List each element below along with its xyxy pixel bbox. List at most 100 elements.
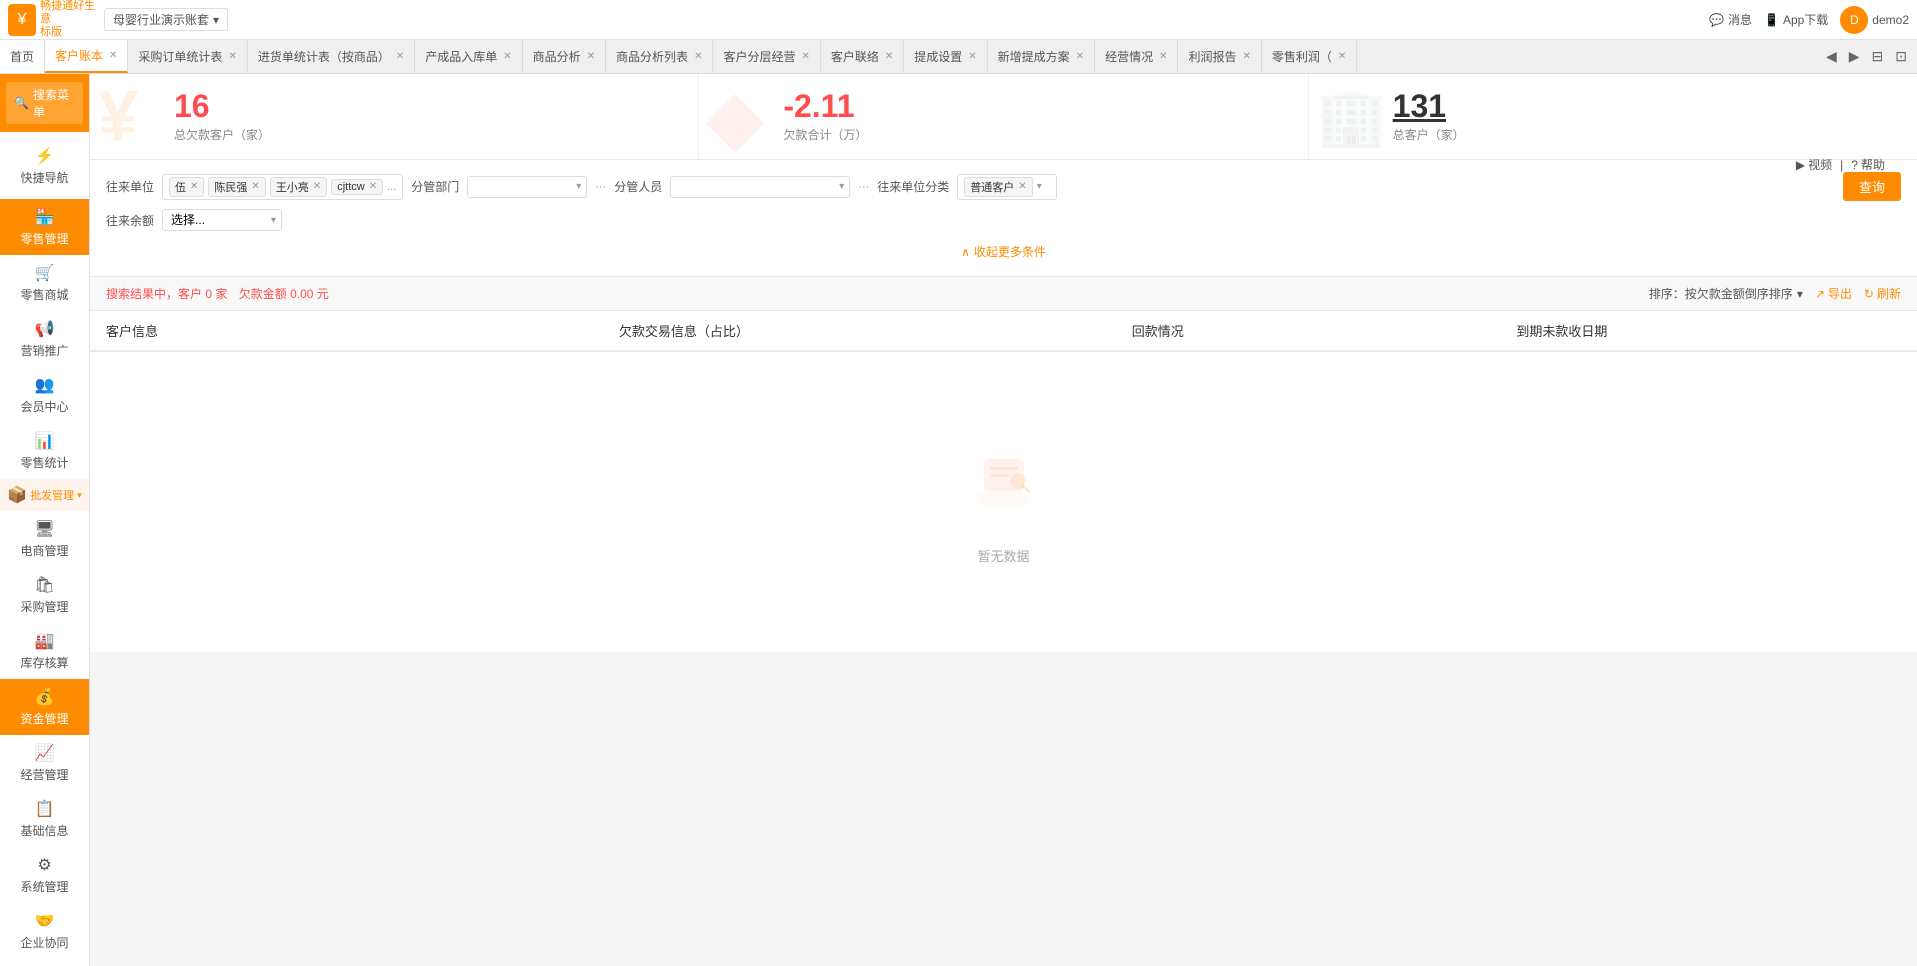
tab-close-profit[interactable]: ✕ xyxy=(1243,51,1251,62)
dept-more-btn[interactable]: ··· xyxy=(595,181,606,193)
sidebar-item-operations-mgmt[interactable]: 📈 经营管理 xyxy=(0,735,89,791)
person-select[interactable] xyxy=(670,176,850,198)
tab-profit-report[interactable]: 利润报告 ✕ xyxy=(1178,40,1261,73)
sidebar-item-system[interactable]: ⚙ 系统管理 xyxy=(0,847,89,903)
tab-purchase-orders[interactable]: 采购订单统计表 ✕ xyxy=(128,40,247,73)
retail-icon: 🏪 xyxy=(35,207,55,227)
sidebar: 🔍 搜索菜单 ⚡ 快捷导航 🏪 零售管理 🛒 零售商城 📢 营销推广 xyxy=(0,74,90,966)
tab-product-analysis-list[interactable]: 商品分析列表 ✕ xyxy=(606,40,713,73)
tag-close-normal[interactable]: ✕ xyxy=(1018,181,1026,192)
tag-close-wang[interactable]: ✕ xyxy=(313,181,321,192)
collapse-btn[interactable]: ∧ 收起更多条件 xyxy=(949,239,1058,264)
export-btn[interactable]: ↗ 导出 xyxy=(1815,285,1852,302)
sidebar-divider-1 xyxy=(0,196,89,197)
tab-close-product-list[interactable]: ✕ xyxy=(694,51,702,62)
sidebar-item-members[interactable]: 👥 会员中心 xyxy=(0,367,89,423)
sidebar-search-inner: 🔍 搜索菜单 xyxy=(6,82,83,124)
content-area: ▶ 视频 | ? 帮助 ¥ 16 总欠款客户（家） xyxy=(90,74,1917,966)
tab-product-analysis[interactable]: 商品分析 ✕ xyxy=(523,40,606,73)
tag-close-wu[interactable]: ✕ xyxy=(190,181,198,192)
person-more-btn[interactable]: ··· xyxy=(858,181,869,193)
sidebar-item-finance[interactable]: 💰 资金管理 xyxy=(0,679,89,735)
results-info: 搜索结果中，客户 0 家 欠款金额 0.00 元 xyxy=(106,285,329,302)
tab-close-segment[interactable]: ✕ xyxy=(801,51,809,62)
tab-maximize-btn[interactable]: ⊡ xyxy=(1891,46,1911,67)
refresh-btn[interactable]: ↻ 刷新 xyxy=(1864,285,1901,302)
category-dropdown-icon[interactable]: ▾ xyxy=(1037,181,1042,192)
result-debt: 0.00 xyxy=(290,287,313,301)
user-avatar[interactable]: D demo2 xyxy=(1840,6,1909,34)
members-icon: 👥 xyxy=(35,375,55,395)
sidebar-item-purchase[interactable]: 🛍 采购管理 xyxy=(0,567,89,623)
person-select-wrap xyxy=(670,176,850,198)
message-btn[interactable]: 💬 消息 xyxy=(1709,11,1752,28)
category-label: 往来单位分类 xyxy=(877,178,949,195)
tab-operations[interactable]: 经营情况 ✕ xyxy=(1095,40,1178,73)
balance-select[interactable]: 选择... xyxy=(162,209,282,231)
sort-selector[interactable]: 排序：按欠款金额倒序排序 ▾ xyxy=(1649,285,1803,302)
summary-info-2: -2.11 欠款合计（万） xyxy=(783,90,867,143)
tab-close-retail[interactable]: ✕ xyxy=(1338,51,1346,62)
sidebar-item-retail-mall[interactable]: 🛒 零售商城 xyxy=(0,255,89,311)
dept-select[interactable] xyxy=(467,176,587,198)
tab-close-product-inbound[interactable]: ✕ xyxy=(503,51,511,62)
sidebar-search[interactable]: 🔍 搜索菜单 xyxy=(0,74,89,132)
all-customers-label: 总客户（家） xyxy=(1393,126,1465,143)
sidebar-item-retail-stats[interactable]: 📊 零售统计 xyxy=(0,423,89,479)
tab-inbound-stats[interactable]: 进货单统计表（按商品） ✕ xyxy=(248,40,415,73)
demo-select[interactable]: 母婴行业演示账套 ▾ xyxy=(104,8,228,31)
sort-chevron-icon: ▾ xyxy=(1797,287,1803,301)
enterprise-icon: 🤝 xyxy=(35,911,55,931)
tag-close-cjttcw[interactable]: ✕ xyxy=(369,181,377,192)
video-icon: ▶ xyxy=(1796,158,1805,172)
sidebar-item-new-guide[interactable]: 🎯 新手引导 xyxy=(0,959,89,966)
tab-customer-segment[interactable]: 客户分层经营 ✕ xyxy=(713,40,820,73)
tab-close-new-promo[interactable]: ✕ xyxy=(1076,51,1084,62)
tab-close-operations[interactable]: ✕ xyxy=(1159,51,1167,62)
tab-minimize-btn[interactable]: ⊟ xyxy=(1868,46,1888,67)
tab-retail-profit[interactable]: 零售利润（ ✕ xyxy=(1262,40,1357,73)
tab-close-contact[interactable]: ✕ xyxy=(885,51,893,62)
tab-home[interactable]: 首页 xyxy=(0,40,45,73)
tab-scroll-left-btn[interactable]: ◀ xyxy=(1822,46,1841,67)
tab-promotion-settings[interactable]: 提成设置 ✕ xyxy=(904,40,987,73)
tab-close-promo-settings[interactable]: ✕ xyxy=(968,51,976,62)
tab-close-accounts[interactable]: ✕ xyxy=(109,50,117,61)
tab-close-purchase[interactable]: ✕ xyxy=(228,51,236,62)
summary-info-1: 16 总欠款客户（家） xyxy=(174,90,270,143)
tab-close-product-analysis[interactable]: ✕ xyxy=(587,51,595,62)
top-nav: ¥ 畅捷通好生意 标版 母婴行业演示账套 ▾ 💬 消息 📱 App下载 D de… xyxy=(0,0,1917,40)
basic-info-icon: 📋 xyxy=(35,799,55,819)
sidebar-item-retail[interactable]: 🏪 零售管理 xyxy=(0,199,89,255)
sidebar-item-quick-nav[interactable]: ⚡ 快捷导航 xyxy=(0,138,89,194)
sidebar-item-ecommerce[interactable]: 🖥 电商管理 xyxy=(0,511,89,567)
sidebar-item-marketing[interactable]: 📢 营销推广 xyxy=(0,311,89,367)
app-download-btn[interactable]: 📱 App下载 xyxy=(1764,11,1828,28)
refresh-icon: ↻ xyxy=(1864,287,1874,301)
tab-new-promotion[interactable]: 新增提成方案 ✕ xyxy=(988,40,1095,73)
unit-tag-input[interactable]: 伍 ✕ 陈民强 ✕ 王小亮 ✕ cjttcw ✕ xyxy=(162,174,403,200)
sidebar-item-inventory[interactable]: 🏭 库存核算 xyxy=(0,623,89,679)
content-inner: ▶ 视频 | ? 帮助 ¥ 16 总欠款客户（家） xyxy=(90,74,1917,652)
tab-close-inbound[interactable]: ✕ xyxy=(396,51,404,62)
export-icon: ↗ xyxy=(1815,287,1825,301)
empty-state-icon xyxy=(964,439,1044,534)
filter-row-2: 往来余额 选择... xyxy=(106,209,1901,231)
tab-product-inbound[interactable]: 产成品入库单 ✕ xyxy=(415,40,522,73)
unit-label: 往来单位 xyxy=(106,178,154,195)
category-tag-input[interactable]: 普通客户 ✕ ▾ xyxy=(957,174,1057,200)
card2-bg-icon: ◆ xyxy=(707,75,762,159)
main-layout: 🔍 搜索菜单 ⚡ 快捷导航 🏪 零售管理 🛒 零售商城 📢 营销推广 xyxy=(0,74,1917,966)
sidebar-item-basic-info[interactable]: 📋 基础信息 xyxy=(0,791,89,847)
sidebar-item-wholesale[interactable]: 📦 批发管理 ▾ xyxy=(0,479,89,511)
tab-customer-contact[interactable]: 客户联络 ✕ xyxy=(821,40,904,73)
tag-more-btn[interactable]: ... xyxy=(387,181,396,193)
balance-label: 往来余额 xyxy=(106,212,154,229)
tag-close-chen[interactable]: ✕ xyxy=(251,181,259,192)
summary-info-3: 131 总客户（家） xyxy=(1393,90,1465,143)
tab-accounts[interactable]: 客户账本 ✕ xyxy=(45,40,128,73)
result-count: 0 xyxy=(205,287,212,301)
help-icon: ? xyxy=(1851,158,1858,172)
sidebar-item-enterprise[interactable]: 🤝 企业协同 xyxy=(0,903,89,959)
tab-scroll-right-btn[interactable]: ▶ xyxy=(1845,46,1864,67)
